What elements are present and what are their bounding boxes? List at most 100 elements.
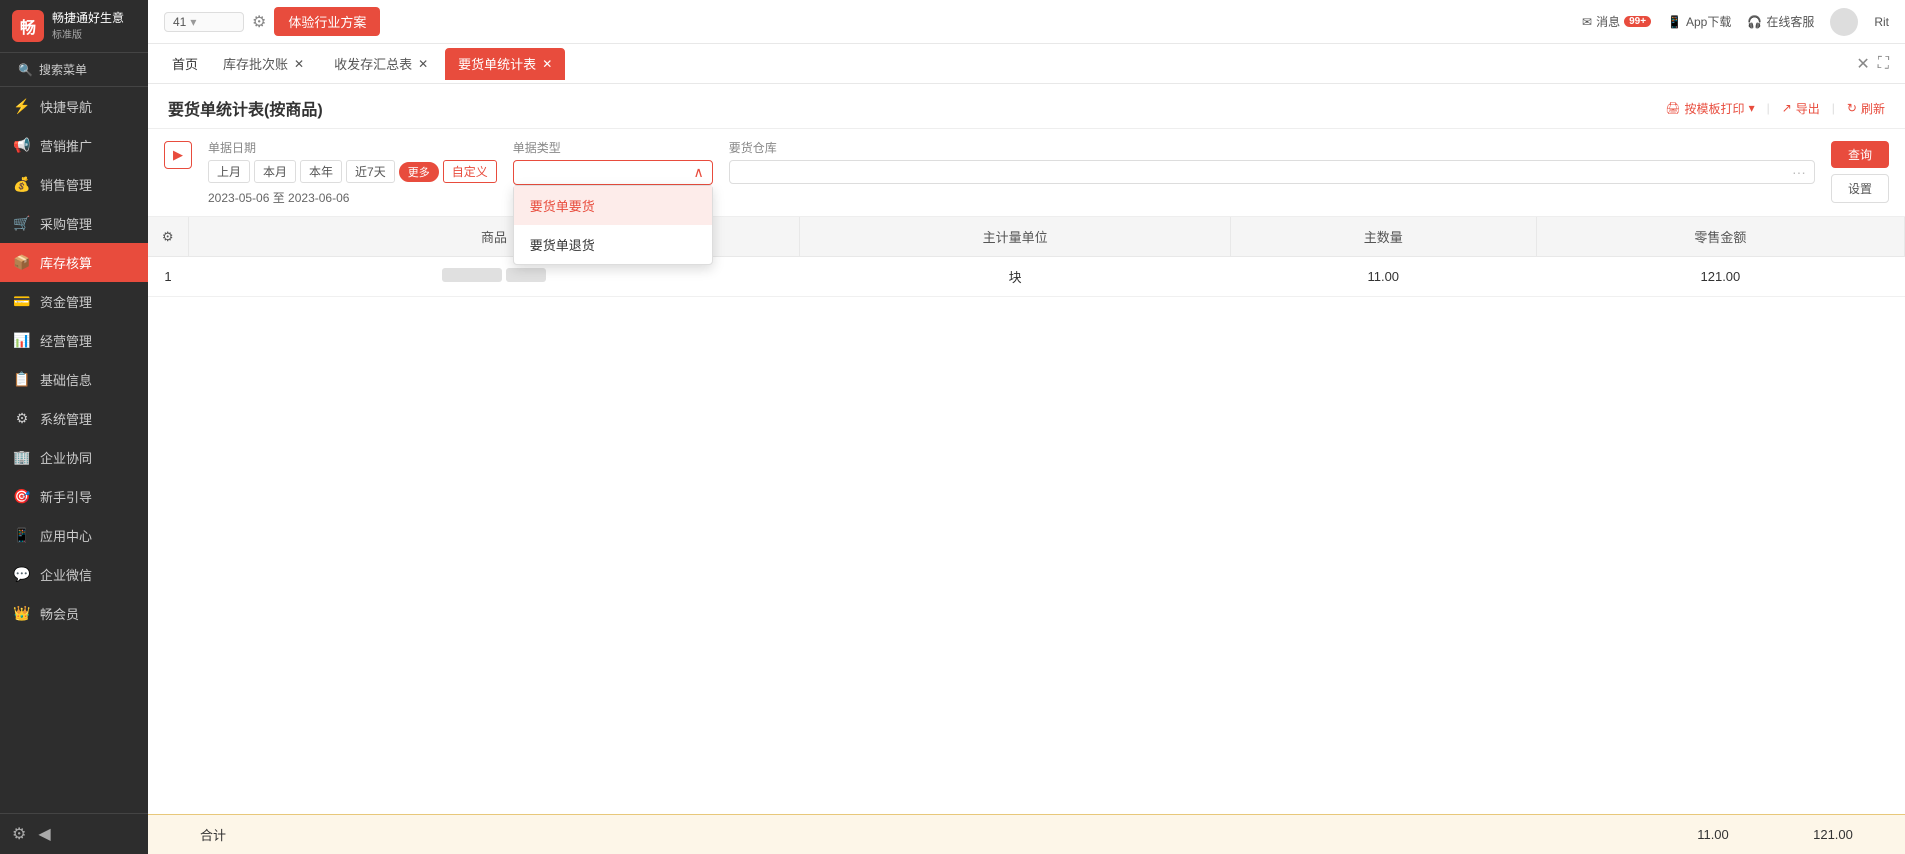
- tabs-bar: 首页 库存批次账 ✕ 收发存汇总表 ✕ 要货单统计表 ✕ ✕ ⛶: [148, 44, 1905, 84]
- maximize-icon[interactable]: ⛶: [1878, 55, 1889, 73]
- user-name: Rit: [1874, 15, 1889, 29]
- sidebar: 畅 畅捷通好生意 标准版 🔍 搜索菜单 ⚡快捷导航📢营销推广💰销售管理🛒采购管理…: [0, 0, 148, 854]
- trial-button[interactable]: 体验行业方案: [274, 7, 380, 36]
- nav-icon-purchase: 🛒: [12, 215, 32, 232]
- sidebar-item-member[interactable]: 👑畅会员: [0, 594, 148, 633]
- collapse-icon[interactable]: ◀: [38, 824, 50, 844]
- sidebar-item-marketing[interactable]: 📢营销推广: [0, 126, 148, 165]
- type-input-field[interactable]: [522, 166, 694, 180]
- dropdown-item-return[interactable]: 要货单退货: [514, 225, 712, 264]
- nav-icon-system: ⚙: [12, 410, 32, 427]
- sidebar-item-wechat[interactable]: 💬企业微信: [0, 555, 148, 594]
- td-quantity: 11.00: [1230, 257, 1536, 297]
- top-bar: 41 ▾ ⚙ 体验行业方案 ✉ 消息 99+ 📱 App下载 🎧 在线客服 Ri…: [148, 0, 1905, 44]
- nav-icon-marketing: 📢: [12, 137, 32, 154]
- th-unit: 主计量单位: [800, 217, 1230, 257]
- user-avatar[interactable]: [1830, 8, 1858, 36]
- tab-batch-ledger[interactable]: 库存批次账 ✕: [210, 48, 317, 80]
- sidebar-item-operations[interactable]: 📊经营管理: [0, 321, 148, 360]
- page-actions: 🖨 按模板打印 ▾ | ↗ 导出 | ↻ 刷新: [1665, 100, 1885, 117]
- refresh-button[interactable]: ↻ 刷新: [1847, 100, 1885, 117]
- warehouse-input-field[interactable]: [738, 165, 1792, 179]
- date-display: 2023-05-06 至 2023-06-06: [208, 189, 497, 206]
- more-icon[interactable]: ···: [1792, 164, 1806, 180]
- footer-label: 合计: [160, 825, 360, 844]
- close-all-tabs-icon[interactable]: ✕: [1856, 54, 1869, 74]
- nav-icon-operations: 📊: [12, 332, 32, 349]
- last-7-days-btn[interactable]: 近7天: [346, 160, 395, 183]
- tabs-right: ✕ ⛶: [1856, 54, 1889, 74]
- filter-area: ▶ 单据日期 上月 本月 本年 近7天 更多 自定义 2023-05-06 至 …: [148, 129, 1905, 217]
- sidebar-bottom: ⚙ ◀: [0, 813, 148, 854]
- td-amount: 121.00: [1536, 257, 1904, 297]
- filter-settings-button[interactable]: 设置: [1831, 174, 1889, 203]
- messages-button[interactable]: ✉ 消息 99+: [1582, 13, 1651, 30]
- top-bar-right: ✉ 消息 99+ 📱 App下载 🎧 在线客服 Rit: [1582, 8, 1889, 36]
- online-service-button[interactable]: 🎧 在线客服: [1747, 13, 1814, 30]
- sidebar-item-guide[interactable]: 🎯新手引导: [0, 477, 148, 516]
- tab-order-summary[interactable]: 要货单统计表 ✕: [445, 48, 565, 80]
- close-tab-batch-ledger[interactable]: ✕: [294, 57, 304, 71]
- nav-icon-inventory: 📦: [12, 254, 32, 271]
- this-year-btn[interactable]: 本年: [300, 160, 342, 183]
- sidebar-item-inventory[interactable]: 📦库存核算: [0, 243, 148, 282]
- type-filter-group: 单据类型 ∧ 要货单要货 要货单退货: [513, 139, 713, 185]
- footer-quantity: 11.00: [1653, 827, 1773, 842]
- this-month-btn[interactable]: 本月: [254, 160, 296, 183]
- nav-icon-sales: 💰: [12, 176, 32, 193]
- sidebar-item-purchase[interactable]: 🛒采购管理: [0, 204, 148, 243]
- sidebar-item-finance[interactable]: 💳资金管理: [0, 282, 148, 321]
- tab-home[interactable]: 首页: [164, 54, 206, 73]
- th-quantity: 主数量: [1230, 217, 1536, 257]
- sidebar-nav: ⚡快捷导航📢营销推广💰销售管理🛒采购管理📦库存核算💳资金管理📊经营管理📋基础信息…: [0, 87, 148, 813]
- table-row: 1 块 11.00 121.00: [148, 257, 1905, 297]
- sidebar-logo: 畅 畅捷通好生意 标准版: [0, 0, 148, 53]
- app-download-button[interactable]: 📱 App下载: [1667, 13, 1731, 30]
- chevron-down-icon: ▾: [1749, 101, 1755, 115]
- warehouse-input[interactable]: ···: [729, 160, 1815, 184]
- nav-icon-basic: 📋: [12, 371, 32, 388]
- table-settings-icon[interactable]: ⚙: [162, 229, 174, 244]
- tab-receive-summary[interactable]: 收发存汇总表 ✕: [321, 48, 441, 80]
- nav-icon-finance: 💳: [12, 293, 32, 310]
- settings-icon[interactable]: ⚙: [12, 824, 26, 844]
- sidebar-item-app-center[interactable]: 📱应用中心: [0, 516, 148, 555]
- print-button[interactable]: 🖨 按模板打印 ▾: [1665, 100, 1754, 117]
- search-icon: 🔍: [18, 63, 33, 77]
- headset-icon: 🎧: [1747, 15, 1762, 29]
- last-month-btn[interactable]: 上月: [208, 160, 250, 183]
- expand-button[interactable]: ▶: [164, 141, 192, 169]
- printer-icon: 🖨: [1665, 101, 1680, 115]
- type-input[interactable]: ∧: [513, 160, 713, 185]
- chevron-down-icon: ▾: [190, 15, 196, 29]
- nav-icon-guide: 🎯: [12, 488, 32, 505]
- export-button[interactable]: ↗ 导出: [1782, 100, 1820, 117]
- page-header: 要货单统计表(按商品) 🖨 按模板打印 ▾ | ↗ 导出 | ↻ 刷新: [148, 84, 1905, 129]
- custom-date-btn[interactable]: 自定义: [443, 160, 497, 183]
- filter-buttons: 查询 设置: [1831, 141, 1889, 203]
- sidebar-item-quick-nav[interactable]: ⚡快捷导航: [0, 87, 148, 126]
- more-btn[interactable]: 更多: [399, 162, 439, 182]
- sidebar-item-sales[interactable]: 💰销售管理: [0, 165, 148, 204]
- nav-icon-member: 👑: [12, 605, 32, 622]
- logo-text: 畅捷通好生意 标准版: [52, 11, 124, 42]
- chevron-up-icon[interactable]: ∧: [694, 164, 704, 181]
- close-tab-receive-summary[interactable]: ✕: [418, 57, 428, 71]
- sidebar-item-basic[interactable]: 📋基础信息: [0, 360, 148, 399]
- main-content: 41 ▾ ⚙ 体验行业方案 ✉ 消息 99+ 📱 App下载 🎧 在线客服 Ri…: [148, 0, 1905, 854]
- th-settings[interactable]: ⚙: [148, 217, 188, 257]
- filter-bar: ▶ 单据日期 上月 本月 本年 近7天 更多 自定义 2023-05-06 至 …: [148, 129, 1905, 217]
- content-area: 要货单统计表(按商品) 🖨 按模板打印 ▾ | ↗ 导出 | ↻ 刷新: [148, 84, 1905, 854]
- logo-icon: 畅: [12, 10, 44, 42]
- branch-selector[interactable]: 41 ▾: [164, 12, 244, 32]
- dropdown-item-order[interactable]: 要货单要货: [514, 186, 712, 225]
- query-button[interactable]: 查询: [1831, 141, 1889, 168]
- settings-gear-icon[interactable]: ⚙: [252, 12, 266, 32]
- sidebar-search[interactable]: 🔍 搜索菜单: [0, 53, 148, 87]
- sidebar-item-system[interactable]: ⚙系统管理: [0, 399, 148, 438]
- close-tab-order-summary[interactable]: ✕: [542, 57, 552, 71]
- phone-icon: 📱: [1667, 15, 1682, 29]
- page-title: 要货单统计表(按商品): [168, 96, 323, 120]
- refresh-icon: ↻: [1847, 101, 1857, 115]
- sidebar-item-enterprise[interactable]: 🏢企业协同: [0, 438, 148, 477]
